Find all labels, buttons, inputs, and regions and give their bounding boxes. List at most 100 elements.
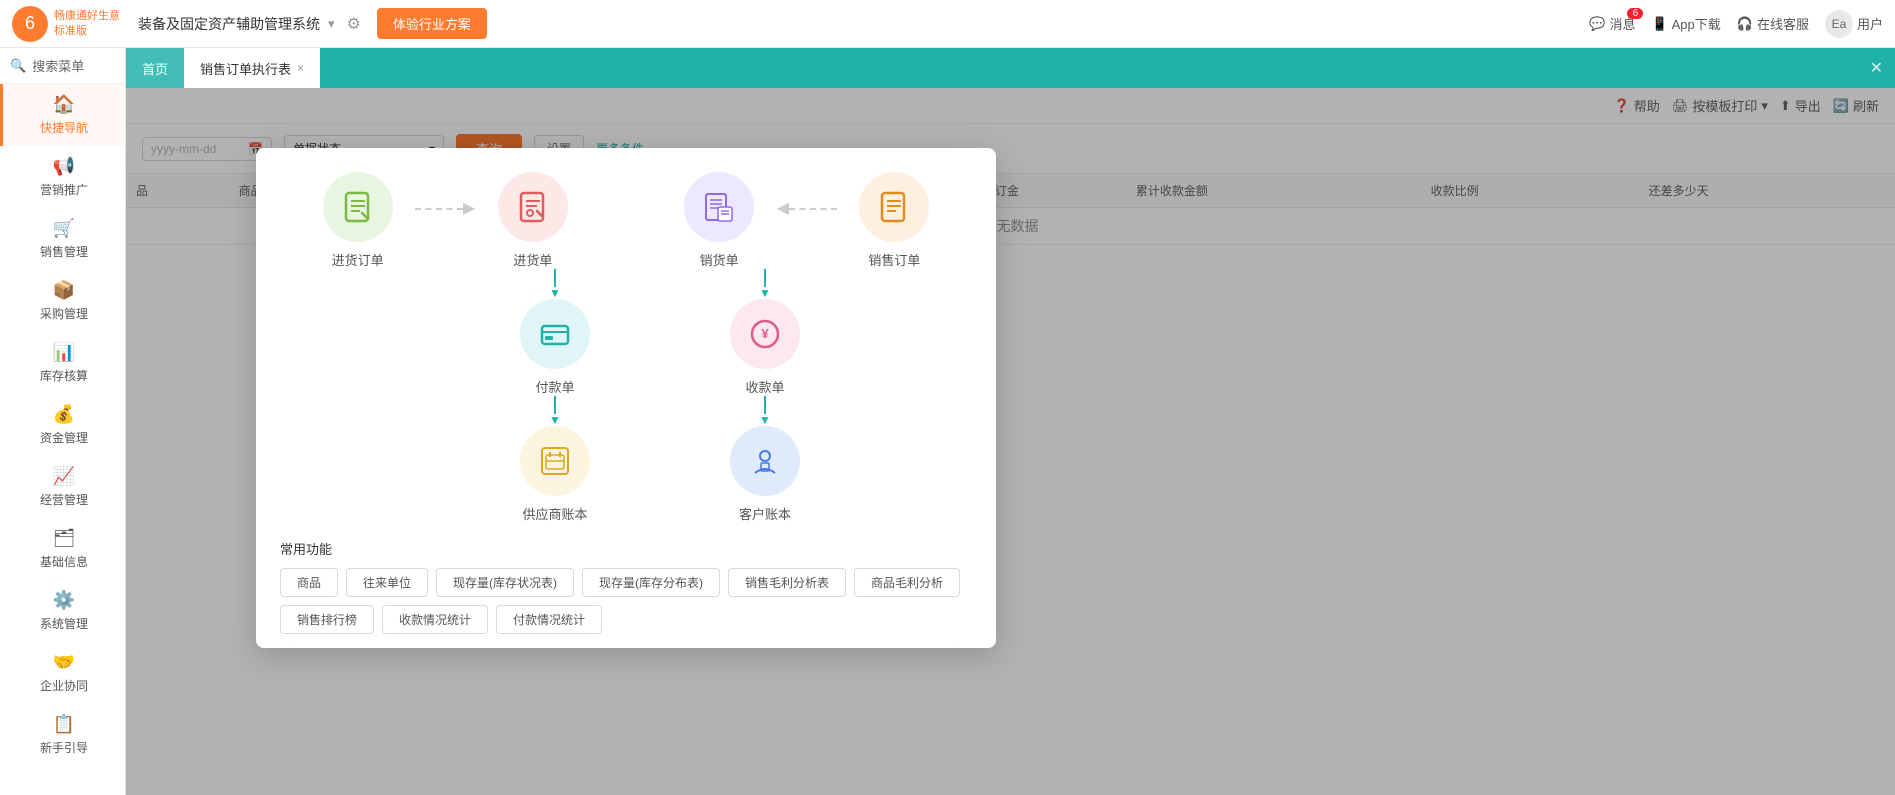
system-icon: ⚙️	[53, 590, 75, 611]
flow-item-supplier: 供应商账本	[490, 426, 620, 523]
tab-close-all-icon[interactable]: ✕	[1870, 58, 1883, 78]
flow-circle-sales-invoice	[684, 172, 754, 242]
top-bar: 6 畅康通好生意 标准版 装备及固定资产辅助管理系统 ▾ ⚙ 体验行业方案 💬 …	[0, 0, 1895, 48]
message-badge: 6	[1627, 8, 1643, 19]
tab-bar: 首页 销售订单执行表 × ✕	[126, 48, 1895, 88]
svg-text:¥: ¥	[761, 326, 769, 341]
flow-circle-customer	[730, 426, 800, 496]
v2-spacer-1	[300, 396, 430, 426]
func-btn-product[interactable]: 商品	[280, 568, 338, 597]
user-action[interactable]: Ea 用户	[1825, 10, 1883, 38]
tab-sales-order[interactable]: 销售订单执行表 ×	[184, 48, 320, 88]
sidebar-item-sales[interactable]: 🛒 销售管理	[0, 208, 125, 270]
content-area: 首页 销售订单执行表 × ✕ ❓ 帮助 🖨	[126, 48, 1895, 795]
v-spacer-1	[300, 269, 430, 299]
func-btn-customer-supplier[interactable]: 往来单位	[346, 568, 428, 597]
flow-label-customer: 客户账本	[739, 504, 791, 523]
v-spacer-c1	[430, 269, 490, 299]
sidebar-item-finance[interactable]: 💰 资金管理	[0, 394, 125, 456]
scroll-right-icon[interactable]: ▶	[954, 644, 972, 648]
cooperation-icon: 🤝	[53, 652, 75, 673]
sidebar-item-marketing[interactable]: 📢 营销推广	[0, 146, 125, 208]
v-arrows-row: ▼ ▼	[280, 269, 972, 299]
app-download-action[interactable]: 📱 App下载	[1651, 14, 1720, 33]
sidebar: 🔍 搜索菜单 🏠 快捷导航 📢 营销推广 🛒 销售管理 📦 采购管理 📊	[0, 48, 126, 795]
v-spacer-2	[620, 269, 700, 299]
tab-home[interactable]: 首页	[126, 48, 184, 88]
common-title: 常用功能	[280, 539, 972, 558]
top-bar-right: 💬 消息 6 📱 App下载 🎧 在线客服 Ea 用户	[1589, 10, 1883, 38]
tab-close-icon[interactable]: ×	[297, 61, 304, 75]
sidebar-item-quick-nav[interactable]: 🏠 快捷导航	[0, 84, 125, 146]
message-action[interactable]: 💬 消息 6	[1589, 14, 1635, 33]
func-btn-payment-stats[interactable]: 付款情况统计	[496, 605, 602, 634]
popup-overlay: 进货订单 ▶	[126, 88, 1895, 795]
inventory-icon: 📊	[53, 342, 75, 363]
flow-row-3: 供应商账本 客户账本	[280, 426, 972, 523]
func-btn-sales-rank[interactable]: 销售排行榜	[280, 605, 374, 634]
flow-item-customer: 客户账本	[700, 426, 830, 523]
func-buttons-row2: 销售排行榜 收款情况统计 付款情况统计	[280, 605, 972, 634]
guide-icon: 📋	[53, 714, 75, 735]
app-download-icon: 📱	[1651, 16, 1667, 32]
trial-button[interactable]: 体验行业方案	[377, 8, 487, 39]
message-icon: 💬	[1589, 16, 1605, 32]
content-panel: ❓ 帮助 🖨 按模板打印 ▾ ⬆ 导出 🔄 刷新	[126, 88, 1895, 795]
flow-circle-payment	[520, 299, 590, 369]
flow-circle-receipt: ¥	[730, 299, 800, 369]
operation-icon: 📈	[53, 466, 75, 487]
home-icon: 🏠	[53, 94, 75, 115]
func-btn-sales-gross[interactable]: 销售毛利分析表	[728, 568, 846, 597]
title-dropdown-icon[interactable]: ▾	[328, 16, 335, 32]
flow-item-sales-invoice: 销货单	[661, 172, 776, 269]
flow-arrow-1: ▶	[415, 200, 475, 242]
marketing-icon: 📢	[53, 156, 75, 177]
headset-icon: 🎧	[1737, 16, 1753, 32]
sidebar-item-cooperation[interactable]: 🤝 企业协同	[0, 642, 125, 704]
flow-item-payment: 付款单	[490, 299, 620, 396]
online-service-action[interactable]: 🎧 在线客服	[1737, 14, 1809, 33]
flow-row-1: 进货订单 ▶	[280, 172, 972, 269]
sidebar-item-operation[interactable]: 📈 经营管理	[0, 456, 125, 518]
flow-item-sales-order: 销售订单	[837, 172, 952, 269]
logo-text: 畅康通好生意 标准版	[54, 9, 120, 38]
v-arrows-row2: ▼ ▼	[280, 396, 972, 426]
top-bar-center: 装备及固定资产辅助管理系统 ▾ ⚙ 体验行业方案	[138, 8, 1589, 39]
search-icon: 🔍	[10, 58, 26, 74]
sidebar-item-inventory[interactable]: 📊 库存核算	[0, 332, 125, 394]
logo-icon: 6	[12, 6, 48, 42]
v2-spacer-2	[620, 396, 700, 426]
func-btn-stock-dist[interactable]: 现存量(库存分布表)	[582, 568, 720, 597]
func-btn-receipt-stats[interactable]: 收款情况统计	[382, 605, 488, 634]
flow-label-purchase-order: 进货订单	[332, 250, 384, 269]
func-btn-stock-status[interactable]: 现存量(库存状况表)	[436, 568, 574, 597]
sales-icon: 🛒	[53, 218, 75, 239]
sidebar-search[interactable]: 🔍 搜索菜单	[0, 48, 125, 84]
flow-label-receipt: 收款单	[745, 377, 784, 396]
common-functions: 常用功能 商品 往来单位 现存量(库存状况表) 现存量(库存分布表) 销售毛利分…	[280, 539, 972, 634]
purchase-icon: 📦	[53, 280, 75, 301]
flow-circle-purchase-invoice	[498, 172, 568, 242]
func-buttons: 商品 往来单位 现存量(库存状况表) 现存量(库存分布表) 销售毛利分析表 商品…	[280, 568, 972, 597]
app-wrapper: 6 畅康通好生意 标准版 装备及固定资产辅助管理系统 ▾ ⚙ 体验行业方案 💬 …	[0, 0, 1895, 795]
avatar: Ea	[1825, 10, 1853, 38]
flow-label-sales-order: 销售订单	[868, 250, 920, 269]
flow-label-sales-invoice: 销货单	[700, 250, 739, 269]
flow-row-2: 付款单 ¥ 收款单	[280, 299, 972, 396]
sidebar-item-base-info[interactable]: 🗂 基础信息	[0, 518, 125, 580]
flow-label-purchase-invoice: 进货单	[513, 250, 552, 269]
sidebar-item-system[interactable]: ⚙️ 系统管理	[0, 580, 125, 642]
scroll-left-icon[interactable]: ◀	[280, 644, 298, 648]
sidebar-item-purchase[interactable]: 📦 采购管理	[0, 270, 125, 332]
func-btn-product-gross[interactable]: 商品毛利分析	[854, 568, 960, 597]
v2-spacer-c	[430, 396, 490, 426]
settings-icon[interactable]: ⚙	[347, 14, 361, 34]
sidebar-item-guide[interactable]: 📋 新手引导	[0, 704, 125, 766]
popup-scroll-row: ◀ ▶	[280, 644, 972, 648]
main-area: 🔍 搜索菜单 🏠 快捷导航 📢 营销推广 🛒 销售管理 📦 采购管理 📊	[0, 48, 1895, 795]
flow-item-receipt: ¥ 收款单	[700, 299, 830, 396]
logo-area: 6 畅康通好生意 标准版	[12, 6, 138, 42]
flow-label-supplier: 供应商账本	[522, 504, 587, 523]
v-arrow-sales: ▼	[700, 269, 830, 299]
flow-label-payment: 付款单	[535, 377, 574, 396]
